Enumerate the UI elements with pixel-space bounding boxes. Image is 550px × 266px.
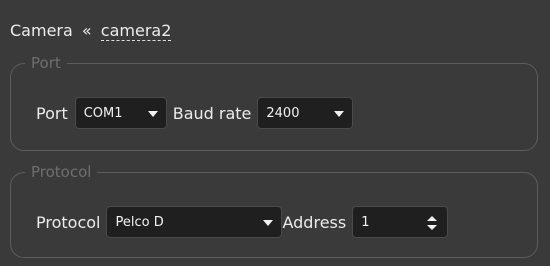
camera-name-link[interactable]: camera2: [100, 21, 172, 41]
port-select-value: COM1: [83, 105, 123, 121]
address-label: Address: [282, 212, 347, 232]
protocol-group: Protocol Protocol Pelco D Address 1: [10, 165, 538, 258]
protocol-select-value: Pelco D: [115, 214, 164, 230]
address-spinbox[interactable]: 1: [352, 206, 449, 238]
chevron-down-icon: [263, 220, 274, 226]
baud-rate-label: Baud rate: [172, 103, 252, 123]
port-row: Port COM1 Baud rate 2400: [36, 97, 354, 129]
protocol-row: Protocol Pelco D Address 1: [36, 206, 449, 238]
address-spinbox-value: 1: [361, 214, 370, 230]
port-group: Port Port COM1 Baud rate 2400: [10, 56, 538, 151]
baud-rate-select-value: 2400: [266, 105, 300, 121]
protocol-label: Protocol: [36, 212, 101, 232]
page-title: Camera « camera2: [10, 21, 172, 41]
title-prefix: Camera: [10, 21, 73, 40]
up-down-arrows-icon[interactable]: [427, 216, 438, 230]
protocol-select[interactable]: Pelco D: [106, 206, 283, 238]
chevron-down-icon: [147, 111, 158, 117]
baud-rate-select[interactable]: 2400: [257, 97, 354, 129]
port-select[interactable]: COM1: [74, 97, 167, 129]
protocol-group-legend: Protocol: [31, 163, 92, 181]
title-separator: «: [81, 21, 92, 40]
port-group-legend: Port: [31, 54, 61, 72]
port-label: Port: [36, 103, 68, 123]
chevron-down-icon: [334, 111, 345, 117]
